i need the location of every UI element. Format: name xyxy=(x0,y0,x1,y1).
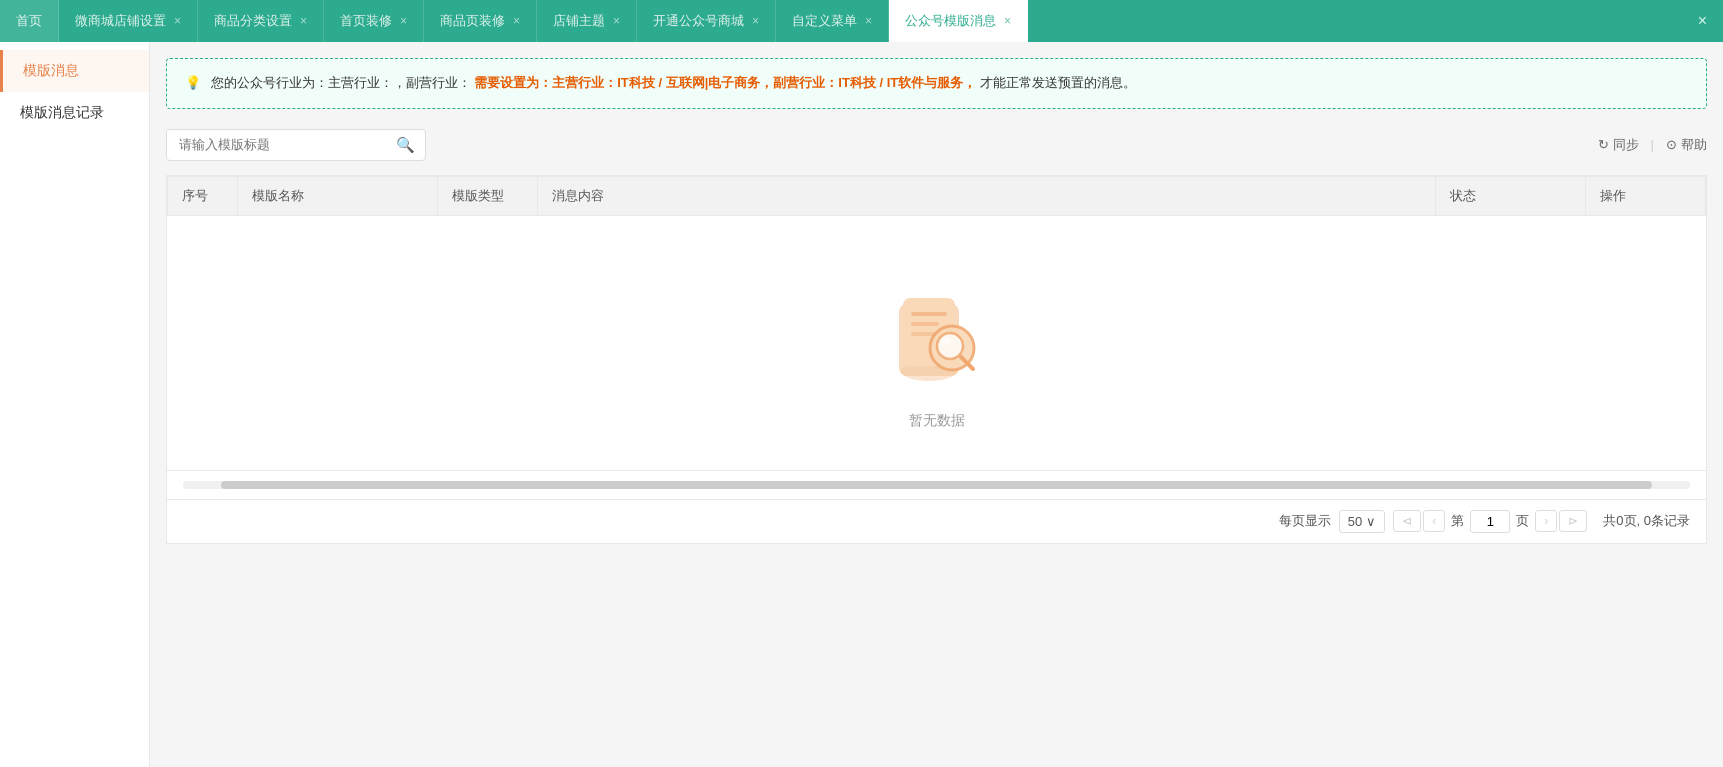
scroll-track[interactable] xyxy=(183,481,1690,489)
tab-home-label: 首页 xyxy=(16,12,42,30)
sidebar-item-template-msg[interactable]: 模版消息 xyxy=(0,50,149,92)
page-size-label: 每页显示 xyxy=(1279,512,1331,530)
table-wrap: 序号 模版名称 模版类型 消息内容 状态 操作 xyxy=(166,175,1707,544)
tab-home-decor-label: 首页装修 xyxy=(340,12,392,30)
col-content: 消息内容 xyxy=(538,176,1436,215)
tab-custom-menu-label: 自定义菜单 xyxy=(792,12,857,30)
tab-shop-theme[interactable]: 店铺主题 × xyxy=(537,0,637,42)
svg-point-9 xyxy=(942,337,950,345)
prev-page-button[interactable]: ‹ xyxy=(1423,510,1445,532)
empty-state: 暂无数据 xyxy=(168,216,1706,470)
close-icon[interactable]: × xyxy=(513,14,520,28)
tab-category-label: 商品分类设置 xyxy=(214,12,292,30)
help-button[interactable]: ⊙ 帮助 xyxy=(1666,136,1707,154)
tab-category-settings[interactable]: 商品分类设置 × xyxy=(198,0,324,42)
scroll-indicator xyxy=(167,470,1706,499)
tab-home[interactable]: 首页 xyxy=(0,0,59,42)
table-header-row: 序号 模版名称 模版类型 消息内容 状态 操作 xyxy=(168,176,1706,215)
tab-custom-menu[interactable]: 自定义菜单 × xyxy=(776,0,889,42)
page-size-value: 50 xyxy=(1348,514,1362,529)
data-table: 序号 模版名称 模版类型 消息内容 状态 操作 xyxy=(167,176,1706,470)
col-type: 模版类型 xyxy=(438,176,538,215)
tab-bar: 首页 微商城店铺设置 × 商品分类设置 × 首页装修 × 商品页装修 × 店铺主… xyxy=(0,0,1723,42)
empty-row: 暂无数据 xyxy=(168,215,1706,470)
close-icon[interactable]: × xyxy=(865,14,872,28)
page-size-select[interactable]: 50 ∨ xyxy=(1339,510,1385,533)
content-area: 💡 您的公众号行业为：主营行业：，副营行业： 需要设置为：主营行业：IT科技 /… xyxy=(150,42,1723,767)
close-icon[interactable]: × xyxy=(613,14,620,28)
search-button[interactable]: 🔍 xyxy=(386,130,425,160)
sync-label: 同步 xyxy=(1613,136,1639,154)
tab-template-msg-label: 公众号模版消息 xyxy=(905,12,996,30)
next-page-button[interactable]: › xyxy=(1535,510,1557,532)
chevron-down-icon: ∨ xyxy=(1366,514,1376,529)
divider: | xyxy=(1651,137,1654,152)
sidebar-item-template-records-label: 模版消息记录 xyxy=(20,104,104,120)
close-icon[interactable]: × xyxy=(1004,14,1011,28)
svg-rect-4 xyxy=(911,322,939,326)
close-all-button[interactable]: × xyxy=(1682,12,1723,30)
main-layout: 模版消息 模版消息记录 💡 您的公众号行业为：主营行业：，副营行业： 需要设置为… xyxy=(0,42,1723,767)
svg-rect-3 xyxy=(911,312,947,316)
help-icon: ⊙ xyxy=(1666,137,1677,152)
search-actions: ↻ 同步 | ⊙ 帮助 xyxy=(1598,136,1707,154)
tab-shop-theme-label: 店铺主题 xyxy=(553,12,605,30)
tab-template-msg[interactable]: 公众号模版消息 × xyxy=(889,0,1028,42)
search-input-wrap: 🔍 xyxy=(166,129,426,161)
notice-suffix: 才能正常发送预置的消息。 xyxy=(980,75,1136,90)
first-page-button[interactable]: ⊲ xyxy=(1393,510,1421,532)
page-unit: 页 xyxy=(1516,512,1529,530)
tab-product-decor-label: 商品页装修 xyxy=(440,12,505,30)
pagination-row: 每页显示 50 ∨ ⊲ ‹ 第 页 › ⊳ 共0页, 0条记录 xyxy=(167,499,1706,543)
sync-icon: ↻ xyxy=(1598,137,1609,152)
close-icon[interactable]: × xyxy=(300,14,307,28)
col-action: 操作 xyxy=(1586,176,1706,215)
tab-open-mall[interactable]: 开通公众号商城 × xyxy=(637,0,776,42)
notice-prefix: 您的公众号行业为：主营行业：，副营行业： xyxy=(211,75,471,90)
close-icon[interactable]: × xyxy=(400,14,407,28)
svg-point-7 xyxy=(937,333,963,359)
scroll-thumb xyxy=(221,481,1653,489)
close-icon[interactable]: × xyxy=(174,14,181,28)
notice-box: 💡 您的公众号行业为：主营行业：，副营行业： 需要设置为：主营行业：IT科技 /… xyxy=(166,58,1707,109)
col-name: 模版名称 xyxy=(238,176,438,215)
sync-button[interactable]: ↻ 同步 xyxy=(1598,136,1639,154)
close-icon[interactable]: × xyxy=(752,14,759,28)
sidebar-item-template-records[interactable]: 模版消息记录 xyxy=(0,92,149,134)
page-label: 第 xyxy=(1451,512,1464,530)
page-input[interactable] xyxy=(1470,510,1510,533)
pagination-nav: ⊲ ‹ 第 页 › ⊳ xyxy=(1393,510,1587,533)
tab-product-decor[interactable]: 商品页装修 × xyxy=(424,0,537,42)
empty-text: 暂无数据 xyxy=(168,412,1706,430)
tab-home-decor[interactable]: 首页装修 × xyxy=(324,0,424,42)
last-page-button[interactable]: ⊳ xyxy=(1559,510,1587,532)
empty-icon xyxy=(877,276,997,396)
help-label: 帮助 xyxy=(1681,136,1707,154)
total-info: 共0页, 0条记录 xyxy=(1603,512,1690,530)
sidebar: 模版消息 模版消息记录 xyxy=(0,42,150,767)
notice-highlight: 需要设置为：主营行业：IT科技 / 互联网|电子商务，副营行业：IT科技 / I… xyxy=(474,75,976,90)
sidebar-item-template-msg-label: 模版消息 xyxy=(23,62,79,78)
tab-open-mall-label: 开通公众号商城 xyxy=(653,12,744,30)
search-input[interactable] xyxy=(167,130,386,159)
col-index: 序号 xyxy=(168,176,238,215)
tab-shop-settings[interactable]: 微商城店铺设置 × xyxy=(59,0,198,42)
tab-shop-settings-label: 微商城店铺设置 xyxy=(75,12,166,30)
col-status: 状态 xyxy=(1436,176,1586,215)
bulb-icon: 💡 xyxy=(185,75,201,90)
search-row: 🔍 ↻ 同步 | ⊙ 帮助 xyxy=(166,129,1707,161)
